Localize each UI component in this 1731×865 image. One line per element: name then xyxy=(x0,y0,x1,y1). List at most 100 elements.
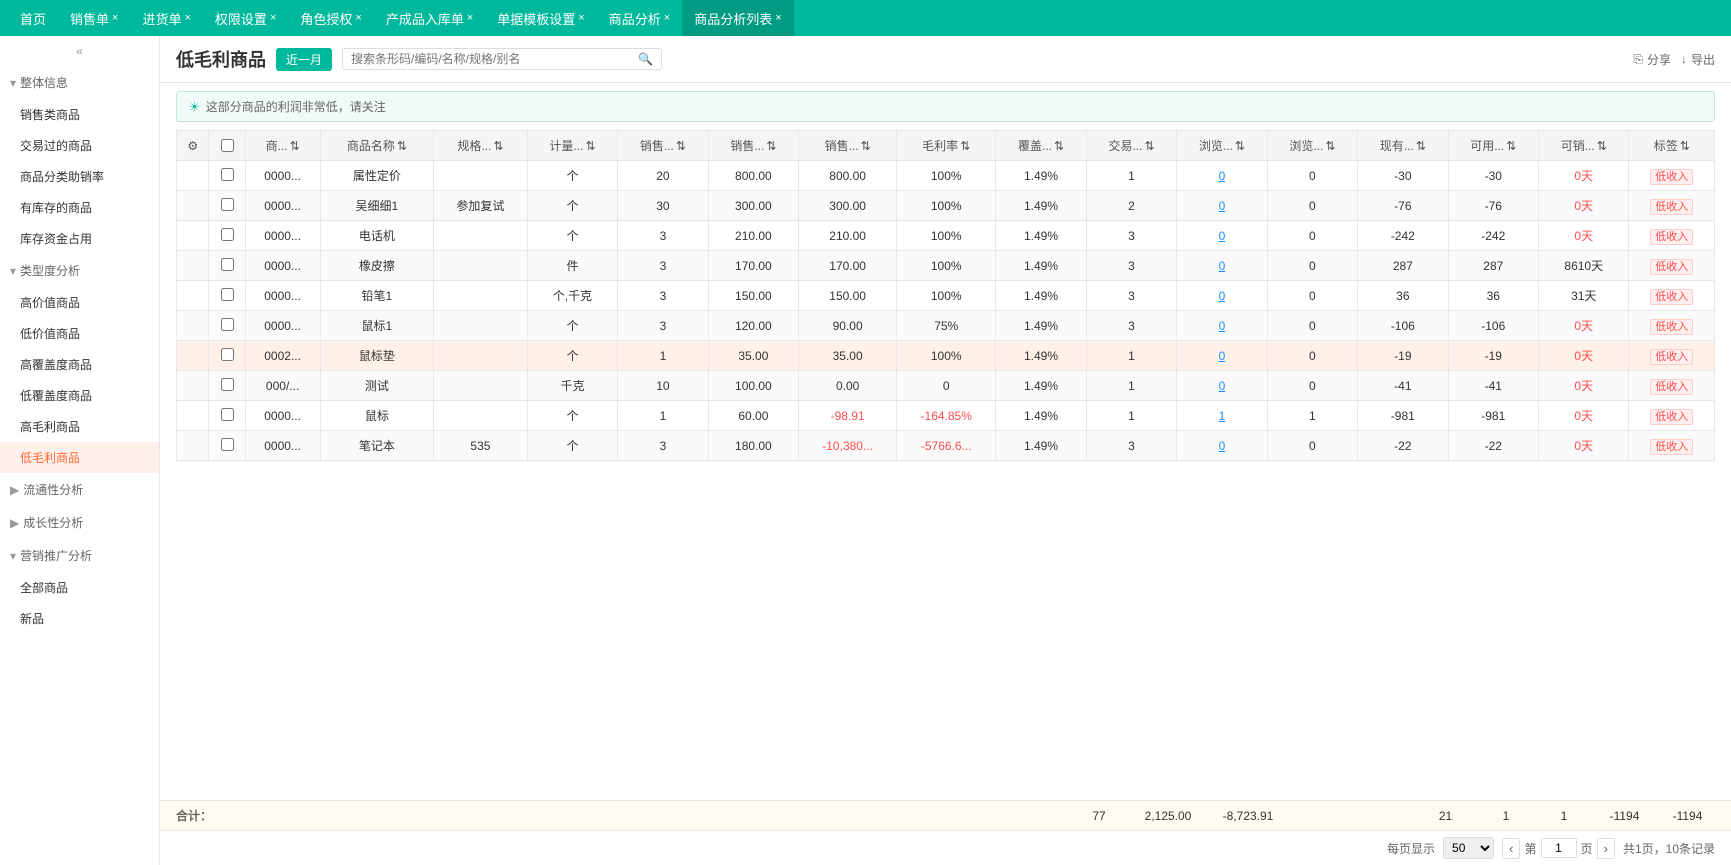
sidebar-item-low-coverage[interactable]: 低覆盖度商品 xyxy=(0,380,159,411)
cell-checkbox[interactable] xyxy=(209,401,245,431)
per-page-select[interactable]: 50 100 200 xyxy=(1443,837,1494,859)
table-body: 0000... 属性定价 个 20 800.00 800.00 100% 1.4… xyxy=(177,161,1715,461)
row-checkbox[interactable] xyxy=(221,348,234,361)
sidebar-item-all-goods[interactable]: 全部商品 xyxy=(0,572,159,603)
sidebar-collapse-btn[interactable]: « xyxy=(0,36,159,66)
sidebar-group-overall[interactable]: ▾ 整体信息 xyxy=(0,66,159,99)
th-spec[interactable]: 规格... ⇅ xyxy=(434,131,528,161)
nav-role-auth[interactable]: 角色授权 × xyxy=(288,0,373,36)
th-settings[interactable]: ⚙ xyxy=(177,131,209,161)
arrow-marketing: ▾ xyxy=(10,549,16,563)
nav-close-role-auth[interactable]: × xyxy=(355,12,361,24)
sidebar-item-high-coverage[interactable]: 高覆盖度商品 xyxy=(0,349,159,380)
th-views2[interactable]: 浏览... ⇅ xyxy=(1267,131,1357,161)
cell-available: 36 xyxy=(1448,281,1538,311)
th-name[interactable]: 商品名称 ⇅ xyxy=(320,131,433,161)
th-code[interactable]: 商... ⇅ xyxy=(245,131,320,161)
sidebar-item-high-value[interactable]: 高价值商品 xyxy=(0,287,159,318)
sidebar-group-liquidity[interactable]: ▶ 流通性分析 xyxy=(0,473,159,506)
sidebar-item-sales-goods[interactable]: 销售类商品 xyxy=(0,99,159,130)
cell-checkbox[interactable] xyxy=(209,281,245,311)
nav-close-permission[interactable]: × xyxy=(270,12,276,24)
th-unit[interactable]: 计量... ⇅ xyxy=(527,131,617,161)
cell-checkbox[interactable] xyxy=(209,191,245,221)
sort-icon-sales-amount: ⇅ xyxy=(766,139,776,153)
row-checkbox[interactable] xyxy=(221,378,234,391)
nav-finished-goods[interactable]: 产成品入库单 × xyxy=(374,0,485,36)
row-checkbox[interactable] xyxy=(221,198,234,211)
prev-page-btn[interactable]: ‹ xyxy=(1502,838,1520,859)
nav-purchase-order[interactable]: 进货单 × xyxy=(130,0,202,36)
nav-close-sales-order[interactable]: × xyxy=(112,12,118,24)
tag-badge: 低收入 xyxy=(1650,169,1693,185)
sidebar-item-low-margin[interactable]: 低毛利商品 xyxy=(0,442,159,473)
row-checkbox[interactable] xyxy=(221,168,234,181)
th-sales-profit[interactable]: 销售... ⇅ xyxy=(799,131,897,161)
cell-checkbox[interactable] xyxy=(209,251,245,281)
nav-close-purchase[interactable]: × xyxy=(184,12,190,24)
search-box: 🔍 xyxy=(342,48,662,70)
table-header-row: ⚙ 商... ⇅ 商品名称 ⇅ 规格... ⇅ 计量... ⇅ 销售... ⇅ … xyxy=(177,131,1715,161)
nav-product-analysis-list[interactable]: 商品分析列表 × xyxy=(682,0,793,36)
sidebar-item-capital-usage[interactable]: 库存资金占用 xyxy=(0,223,159,254)
search-icon[interactable]: 🔍 xyxy=(638,52,653,66)
export-button[interactable]: ↓ 导出 xyxy=(1681,51,1715,68)
page-input[interactable] xyxy=(1541,838,1577,858)
th-transactions[interactable]: 交易... ⇅ xyxy=(1086,131,1176,161)
sidebar-group-marketing[interactable]: ▾ 营销推广分析 xyxy=(0,539,159,572)
th-sales-amount[interactable]: 销售... ⇅ xyxy=(708,131,798,161)
cell-sales-count: 1 xyxy=(618,341,708,371)
nav-close-template[interactable]: × xyxy=(578,12,584,24)
cell-checkbox[interactable] xyxy=(209,341,245,371)
cell-checkbox[interactable] xyxy=(209,371,245,401)
search-input[interactable] xyxy=(351,52,638,66)
sidebar-item-high-margin[interactable]: 高毛利商品 xyxy=(0,411,159,442)
th-coverage[interactable]: 覆盖... ⇅ xyxy=(996,131,1086,161)
cell-checkbox[interactable] xyxy=(209,431,245,461)
nav-close-analysis-list[interactable]: × xyxy=(775,12,781,24)
nav-product-analysis[interactable]: 商品分析 × xyxy=(597,0,682,36)
cell-sales-amount: 180.00 xyxy=(708,431,798,461)
cell-gross-margin: -5766.6... xyxy=(897,431,996,461)
next-page-btn[interactable]: › xyxy=(1597,838,1615,859)
cell-checkbox[interactable] xyxy=(209,221,245,251)
th-gross-margin[interactable]: 毛利率 ⇅ xyxy=(897,131,996,161)
cell-checkbox[interactable] xyxy=(209,311,245,341)
select-all-checkbox[interactable] xyxy=(221,139,234,152)
th-sellable[interactable]: 可销... ⇅ xyxy=(1539,131,1629,161)
row-checkbox[interactable] xyxy=(221,228,234,241)
nav-close-finished[interactable]: × xyxy=(467,12,473,24)
sidebar-group-type[interactable]: ▾ 类型度分析 xyxy=(0,254,159,287)
row-checkbox[interactable] xyxy=(221,438,234,451)
th-tag[interactable]: 标签 ⇅ xyxy=(1629,131,1715,161)
sort-icon-gross-margin: ⇅ xyxy=(960,139,970,153)
sidebar-item-in-stock[interactable]: 有库存的商品 xyxy=(0,192,159,223)
th-checkbox[interactable] xyxy=(209,131,245,161)
row-checkbox[interactable] xyxy=(221,258,234,271)
sidebar-item-traded-goods[interactable]: 交易过的商品 xyxy=(0,130,159,161)
th-sales-count[interactable]: 销售... ⇅ xyxy=(618,131,708,161)
nav-permission[interactable]: 权限设置 × xyxy=(203,0,288,36)
cell-settings xyxy=(177,191,209,221)
th-views1[interactable]: 浏览... ⇅ xyxy=(1177,131,1267,161)
page-suffix: 页 xyxy=(1581,840,1593,857)
sidebar-item-new-goods[interactable]: 新品 xyxy=(0,603,159,634)
cell-gross-margin: 100% xyxy=(897,341,996,371)
th-current[interactable]: 现有... ⇅ xyxy=(1358,131,1448,161)
th-available[interactable]: 可用... ⇅ xyxy=(1448,131,1538,161)
cell-checkbox[interactable] xyxy=(209,161,245,191)
row-checkbox[interactable] xyxy=(221,408,234,421)
nav-template-settings[interactable]: 单据模板设置 × xyxy=(485,0,596,36)
sidebar-item-low-value[interactable]: 低价值商品 xyxy=(0,318,159,349)
tag-badge: 低收入 xyxy=(1650,379,1693,395)
nav-sales-order[interactable]: 销售单 × xyxy=(58,0,130,36)
sidebar-item-category-rate[interactable]: 商品分类助销率 xyxy=(0,161,159,192)
row-checkbox[interactable] xyxy=(221,318,234,331)
row-checkbox[interactable] xyxy=(221,288,234,301)
nav-close-analysis[interactable]: × xyxy=(664,12,670,24)
share-button[interactable]: ⎘ 分享 xyxy=(1633,51,1671,68)
sidebar-group-growth[interactable]: ▶ 成长性分析 xyxy=(0,506,159,539)
cell-settings xyxy=(177,251,209,281)
nav-home[interactable]: 首页 xyxy=(8,0,58,36)
filter-recent-month[interactable]: 近一月 xyxy=(276,48,332,71)
